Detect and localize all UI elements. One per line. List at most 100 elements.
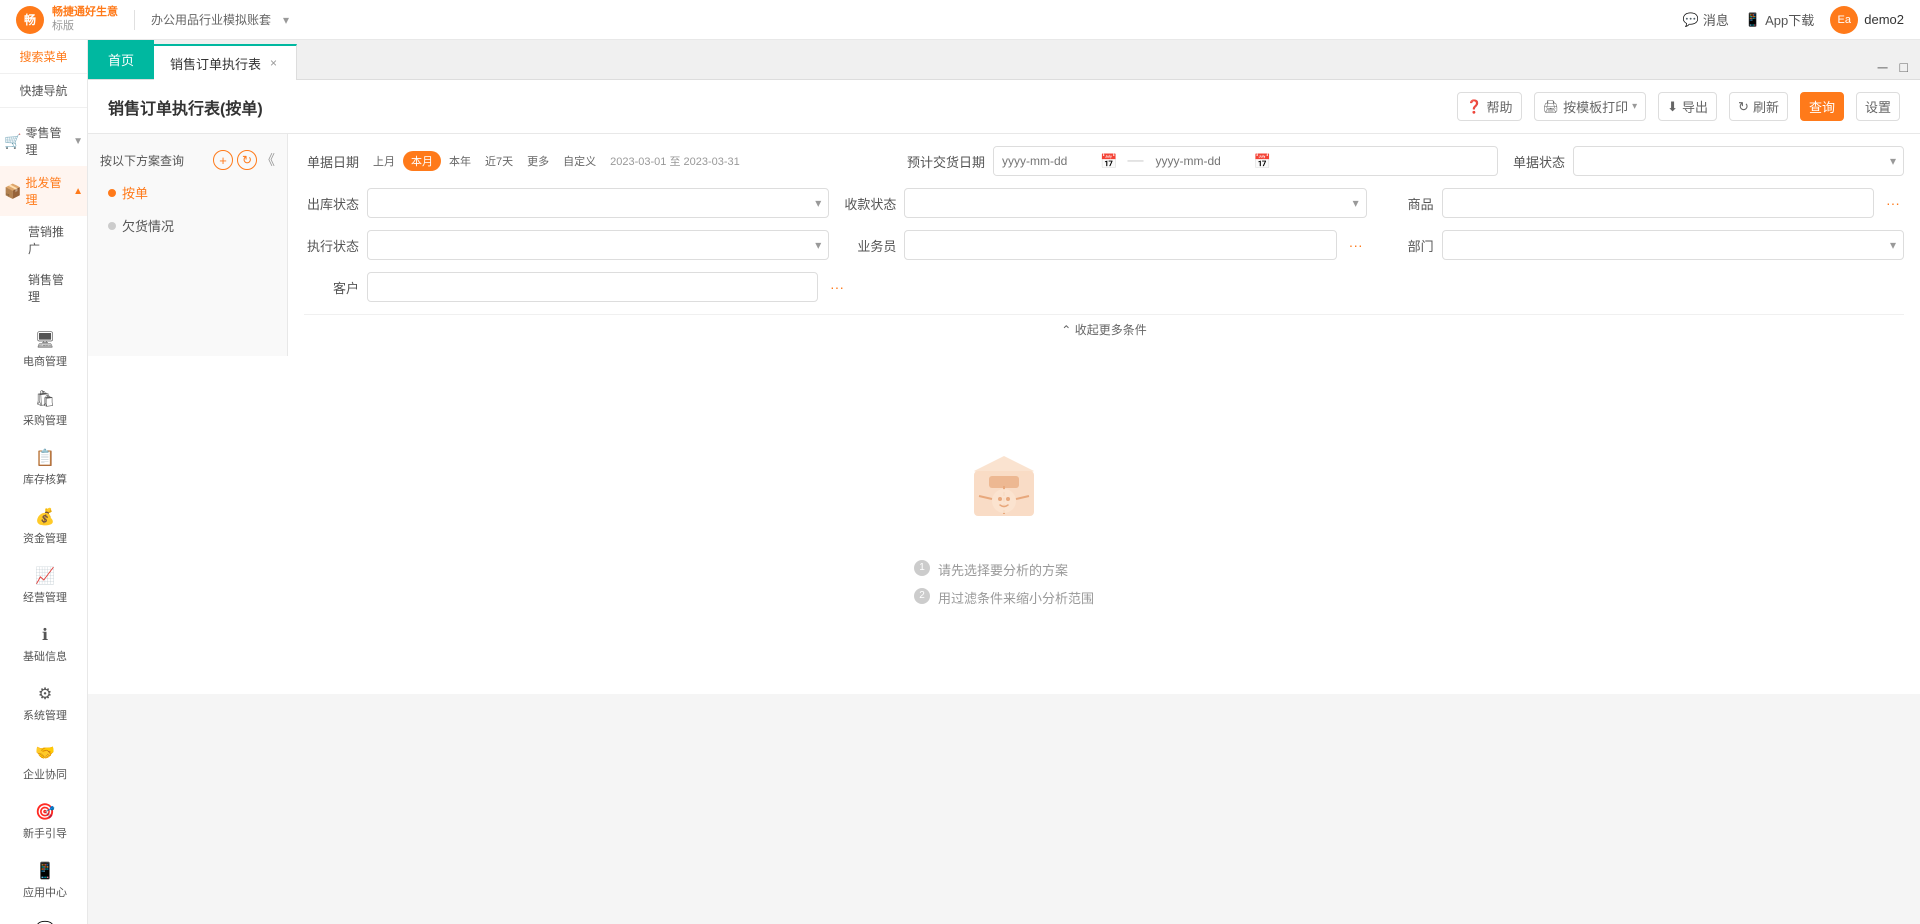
- sidebar-item-marketing[interactable]: 营销推广: [0, 216, 87, 264]
- help-icon: ❓: [1466, 99, 1482, 115]
- filter-row-3: 执行状态 ▾ 业务员 ···: [304, 230, 1904, 260]
- pay-status-select-wrap: ▾: [904, 188, 1366, 218]
- sidebar-item-collab[interactable]: 🤝 企业协同: [0, 733, 87, 792]
- username: demo2: [1864, 12, 1904, 27]
- marketing-label: 营销推广: [28, 223, 75, 257]
- pay-status-select[interactable]: [904, 188, 1366, 218]
- tip-num-1: 1: [914, 560, 930, 576]
- status-select[interactable]: [1573, 146, 1904, 176]
- date-tab-this-month[interactable]: 本月: [403, 151, 441, 171]
- empty-tip-1: 1 请先选择要分析的方案: [914, 558, 1094, 584]
- message-icon: 💬: [1683, 12, 1699, 28]
- date-range-text: 2023-03-01 至 2023-03-31: [610, 153, 740, 169]
- tab-home-label: 首页: [108, 50, 134, 69]
- print-icon: 🖨: [1543, 99, 1560, 115]
- topbar-left: 畅 畅捷通好生意 标版 办公用品行业模拟账套 ▾: [16, 6, 289, 34]
- page-content: 销售订单执行表(按单) ❓ 帮助 🖨 按模板打印 ▾ ⬇ 导出: [88, 80, 1920, 924]
- predict-date-start-cal-icon[interactable]: 📅: [1094, 153, 1123, 170]
- sidebar-item-system[interactable]: ⚙ 系统管理: [0, 674, 87, 733]
- predict-date-field: 预计交货日期 📅 — 📅: [907, 146, 1498, 176]
- date-tab-custom[interactable]: 自定义: [557, 151, 602, 171]
- print-button[interactable]: 🖨 按模板打印 ▾: [1534, 92, 1647, 121]
- filter-row-2: 出库状态 ▾ 收款状态: [304, 188, 1904, 218]
- salesman-ellipsis-icon[interactable]: ···: [1345, 237, 1367, 253]
- sidebar-item-sales[interactable]: 销售管理: [0, 264, 87, 312]
- goods-ellipsis-icon[interactable]: ···: [1882, 195, 1904, 211]
- date-tab-last-month[interactable]: 上月: [367, 151, 401, 171]
- ecommerce-icon: 🖥: [35, 330, 55, 350]
- sidebar-item-retail[interactable]: 🛒 零售管理 ▼: [0, 116, 87, 166]
- sidebar-item-wechat[interactable]: 💬 企业微信: [0, 910, 87, 924]
- sidebar-item-app-center[interactable]: 📱 应用中心: [0, 851, 87, 910]
- message-label: 消息: [1703, 10, 1729, 29]
- sidebar-item-wholesale[interactable]: 📦 批发管理 ▲: [0, 166, 87, 216]
- date-tab-7days[interactable]: 近7天: [479, 151, 519, 171]
- app-download-icon: 📱: [1745, 12, 1761, 28]
- app-name: 畅捷通好生意: [52, 6, 118, 19]
- date-tabs: 上月 本月 本年 近7天 更多 自定义: [367, 151, 602, 171]
- sidebar-item-guide[interactable]: 🎯 新手引导: [0, 792, 87, 851]
- scheme-collapse-icon[interactable]: 《: [261, 150, 275, 170]
- refresh-button[interactable]: ↻ 刷新: [1729, 92, 1788, 121]
- query-button[interactable]: 查询: [1800, 92, 1844, 121]
- quick-nav[interactable]: 快捷导航: [0, 74, 87, 108]
- empty-icon: [954, 436, 1054, 536]
- scheme-item-label-2: 欠货情况: [122, 216, 174, 235]
- help-button[interactable]: ❓ 帮助: [1457, 92, 1521, 121]
- main-layout: 搜索菜单 快捷导航 🛒 零售管理 ▼ 📦 批发管理 ▲ 营销推广 销售管理 🖥 …: [0, 40, 1920, 924]
- search-menu[interactable]: 搜索菜单: [0, 40, 87, 74]
- scheme-item-shortage[interactable]: 欠货情况: [88, 209, 287, 242]
- collapse-label: 收起更多条件: [1075, 323, 1147, 337]
- collapse-row[interactable]: ⌃ 收起更多条件: [304, 314, 1904, 344]
- tab-maximize-icon[interactable]: □: [1896, 55, 1912, 79]
- guide-label: 新手引导: [23, 825, 67, 841]
- empty-tips: 1 请先选择要分析的方案 2 用过滤条件来缩小分析范围: [914, 556, 1094, 614]
- predict-date-end-cal-icon[interactable]: 📅: [1247, 153, 1276, 170]
- tab-home[interactable]: 首页: [88, 40, 154, 79]
- sidebar-item-basics[interactable]: ℹ 基础信息: [0, 615, 87, 674]
- exec-status-select[interactable]: [367, 230, 829, 260]
- predict-date-input-wrap: 📅 — 📅: [993, 146, 1498, 176]
- ecommerce-label: 电商管理: [23, 353, 67, 369]
- tab-active[interactable]: 销售订单执行表 ×: [154, 44, 297, 80]
- sidebar-item-finance[interactable]: 💰 资金管理: [0, 497, 87, 556]
- scheme-refresh-button[interactable]: ↻: [237, 150, 257, 170]
- goods-input[interactable]: [1442, 188, 1874, 218]
- sidebar-item-inventory[interactable]: 📋 库存核算: [0, 438, 87, 497]
- customer-ellipsis-icon[interactable]: ···: [826, 279, 848, 295]
- collab-label: 企业协同: [23, 766, 67, 782]
- predict-date-start-input[interactable]: [994, 147, 1094, 175]
- tab-close-icon[interactable]: ×: [267, 55, 280, 71]
- message-action[interactable]: 💬 消息: [1683, 10, 1729, 29]
- out-status-select[interactable]: [367, 188, 829, 218]
- dept-select[interactable]: [1442, 230, 1904, 260]
- predict-date-end-input[interactable]: [1147, 147, 1247, 175]
- tab-minimize-icon[interactable]: ─: [1874, 55, 1892, 79]
- scheme-item-label-1: 按单: [122, 183, 148, 202]
- page-header: 销售订单执行表(按单) ❓ 帮助 🖨 按模板打印 ▾ ⬇ 导出: [88, 80, 1920, 134]
- sidebar-item-operations[interactable]: 📈 经营管理: [0, 556, 87, 615]
- operations-label: 经营管理: [23, 589, 67, 605]
- settings-label: 设置: [1865, 97, 1891, 116]
- topbar: 畅 畅捷通好生意 标版 办公用品行业模拟账套 ▾ 💬 消息 📱 App下载 Ea…: [0, 0, 1920, 40]
- salesman-input[interactable]: [904, 230, 1336, 260]
- empty-tip-2: 2 用过滤条件来缩小分析范围: [914, 586, 1094, 612]
- retail-label: 零售管理: [25, 124, 69, 158]
- app-download-action[interactable]: 📱 App下载: [1745, 10, 1814, 29]
- header-actions: ❓ 帮助 🖨 按模板打印 ▾ ⬇ 导出 ↻ 刷新: [1457, 92, 1900, 121]
- scheme-add-button[interactable]: +: [213, 150, 233, 170]
- date-tab-this-year[interactable]: 本年: [443, 151, 477, 171]
- tab-active-label: 销售订单执行表: [170, 54, 261, 73]
- logo-icon: 畅: [16, 6, 44, 34]
- user-menu[interactable]: Ea demo2: [1830, 6, 1904, 34]
- date-tab-more[interactable]: 更多: [521, 151, 555, 171]
- export-button[interactable]: ⬇ 导出: [1658, 92, 1717, 121]
- refresh-label: 刷新: [1753, 97, 1779, 116]
- scheme-item-by-order[interactable]: 按单: [88, 176, 287, 209]
- guide-icon: 🎯: [35, 802, 55, 822]
- customer-input[interactable]: [367, 272, 818, 302]
- settings-button[interactable]: 设置: [1856, 92, 1900, 121]
- sidebar-item-purchase[interactable]: 🛍 采购管理: [0, 379, 87, 438]
- nav-dropdown-icon[interactable]: ▾: [283, 13, 289, 27]
- sidebar-item-ecommerce[interactable]: 🖥 电商管理: [0, 320, 87, 379]
